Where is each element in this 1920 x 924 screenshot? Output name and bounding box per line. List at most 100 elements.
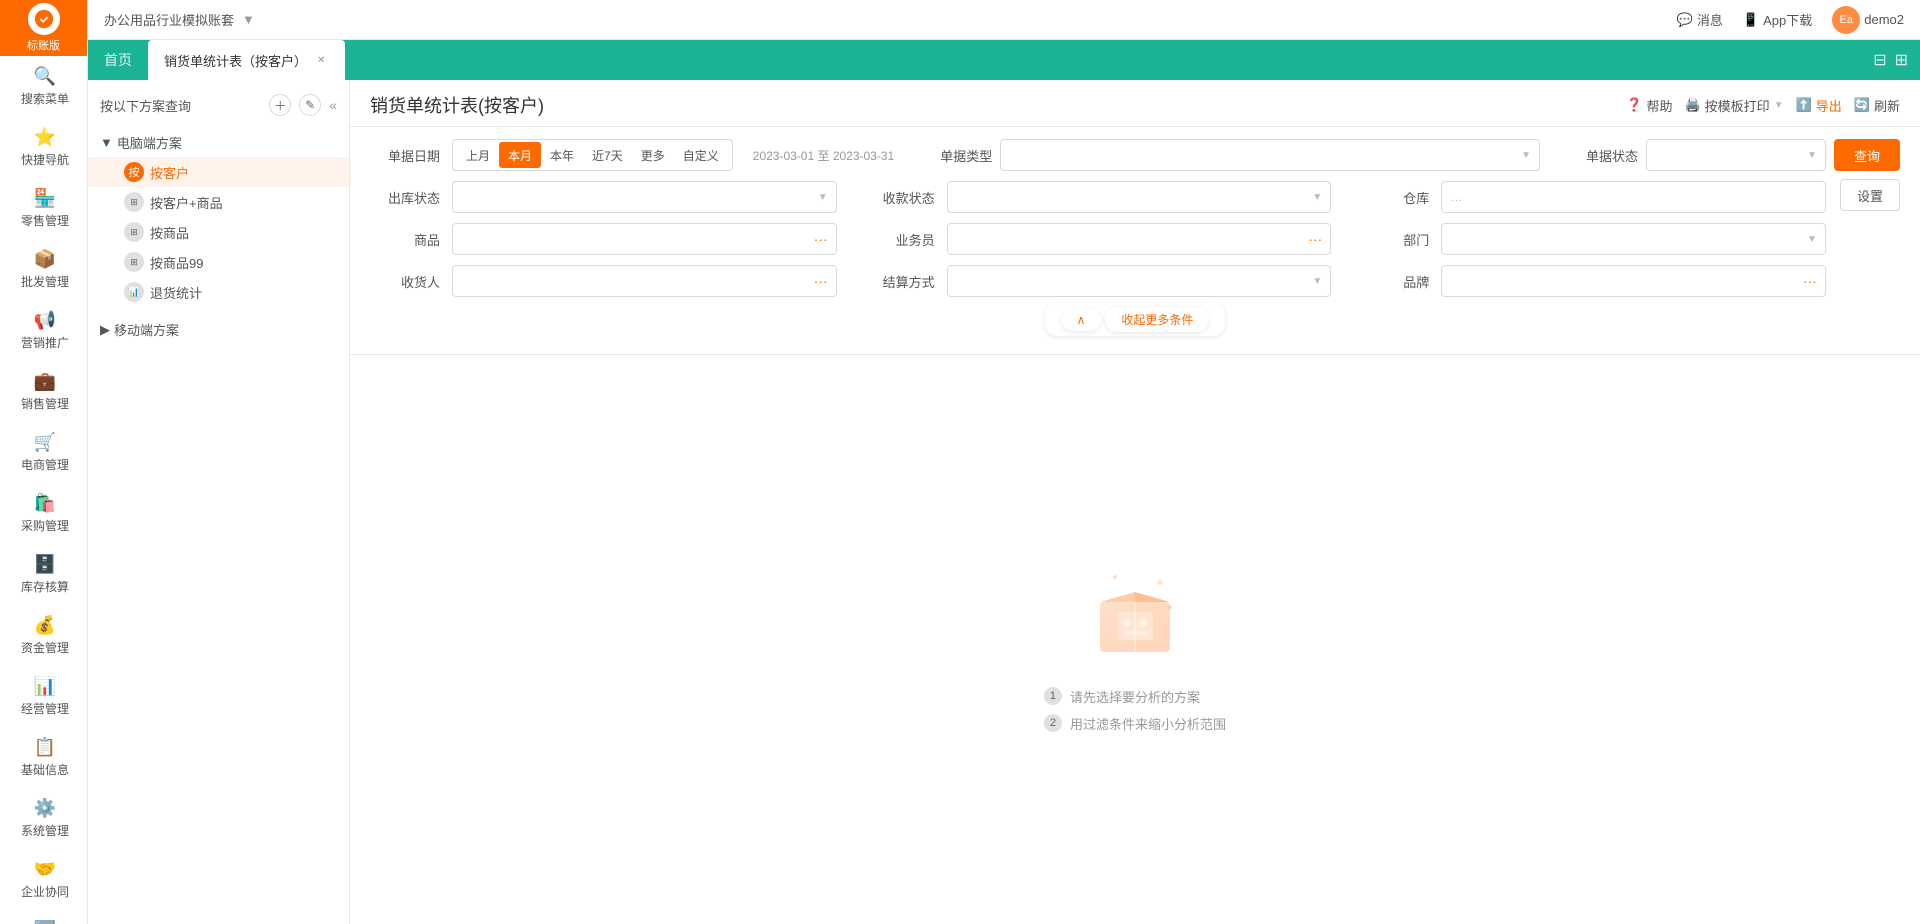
collapse-panel-btn[interactable]: « bbox=[329, 97, 337, 113]
department-label: 部门 bbox=[1359, 230, 1429, 249]
tree-child-goods99[interactable]: ⊞ 按商品99 bbox=[88, 247, 349, 277]
add-scheme-btn[interactable]: ＋ bbox=[269, 94, 291, 116]
goods-select[interactable]: ··· bbox=[452, 223, 837, 255]
settings-button[interactable]: 设置 bbox=[1840, 179, 1900, 211]
tab-expand-icon[interactable]: ⊞ bbox=[1895, 50, 1908, 70]
tree-child-customer-goods[interactable]: ⊞ 按客户+商品 bbox=[88, 187, 349, 217]
date-btn-current-year[interactable]: 本年 bbox=[541, 142, 583, 168]
salesperson-select[interactable]: ··· bbox=[947, 223, 1332, 255]
print-btn[interactable]: 🖨️ 按模板打印 ▼ bbox=[1684, 96, 1783, 115]
edit-scheme-btn[interactable]: ✎ bbox=[299, 94, 321, 116]
topbar-left: 办公用品行业模拟账套 ▼ bbox=[104, 10, 255, 29]
payment-status-select[interactable]: ▼ bbox=[947, 181, 1332, 213]
tree-child-return-stats[interactable]: 📊 退货统计 bbox=[88, 277, 349, 307]
sidebar-item-marketing[interactable]: 📢 营销推广 bbox=[0, 300, 88, 361]
sidebar-item-basic[interactable]: 📋 基础信息 bbox=[0, 727, 88, 788]
settlement-select[interactable]: ▼ bbox=[947, 265, 1332, 297]
tabbar: 首页 销货单统计表（按客户） ✕ ⊟ ⊞ bbox=[88, 40, 1920, 80]
sidebar-item-newuser[interactable]: 🆕 新手引导 bbox=[0, 910, 88, 924]
sidebar-item-enterprise-label: 企业协同 bbox=[21, 883, 69, 900]
order-type-label: 单据类型 bbox=[922, 146, 992, 165]
sidebar-item-system-label: 系统管理 bbox=[21, 822, 69, 839]
out-status-select[interactable]: ▼ bbox=[452, 181, 837, 213]
tree-child-by-customer[interactable]: 按 按客户 bbox=[88, 157, 349, 187]
tab-minimize-icon[interactable]: ⊟ bbox=[1873, 50, 1886, 70]
date-btn-7days[interactable]: 近7天 bbox=[583, 142, 632, 168]
inventory-icon: 🗄️ bbox=[34, 554, 56, 575]
logo-text: 标账版 bbox=[27, 37, 60, 53]
order-status-select[interactable]: ▼ bbox=[1646, 139, 1826, 171]
help-btn[interactable]: ❓ 帮助 bbox=[1626, 96, 1672, 115]
system-icon: ⚙️ bbox=[34, 798, 56, 819]
left-panel-header: 按以下方案查询 ＋ ✎ « bbox=[88, 90, 349, 124]
query-button[interactable]: 查询 bbox=[1834, 139, 1900, 171]
content-area: 按以下方案查询 ＋ ✎ « ▼ 电脑端方案 按 按客户 ⊞ 按客 bbox=[88, 80, 1920, 924]
date-btn-more[interactable]: 更多 bbox=[632, 142, 674, 168]
goods-label: 商品 bbox=[370, 230, 440, 249]
user-profile[interactable]: Ea demo2 bbox=[1832, 6, 1904, 34]
topbar-right: 💬 消息 📱 App下载 Ea demo2 bbox=[1677, 6, 1904, 34]
sidebar-item-enterprise[interactable]: 🤝 企业协同 bbox=[0, 849, 88, 910]
sidebar-item-basic-label: 基础信息 bbox=[21, 761, 69, 778]
salesperson-dots: ··· bbox=[1308, 231, 1322, 247]
order-type-select[interactable]: ▼ bbox=[1000, 139, 1540, 171]
sidebar-item-sales-label: 销售管理 bbox=[21, 395, 69, 412]
tree-child-by-goods[interactable]: ⊞ 按商品 bbox=[88, 217, 349, 247]
sidebar-item-shortcuts[interactable]: ⭐ 快捷导航 bbox=[0, 117, 88, 178]
tab-home[interactable]: 首页 bbox=[88, 40, 148, 80]
sidebar-item-search[interactable]: 🔍 搜索菜单 bbox=[0, 56, 88, 117]
refresh-btn[interactable]: 🔄 刷新 bbox=[1854, 96, 1900, 115]
sidebar-item-operations-label: 经营管理 bbox=[21, 700, 69, 717]
filter-row-3: 商品 ··· 业务员 ··· 部门 bbox=[370, 223, 1826, 255]
date-btn-current-month[interactable]: 本月 bbox=[499, 142, 541, 168]
sidebar-item-search-label: 搜索菜单 bbox=[21, 90, 69, 107]
consignee-select[interactable]: ··· bbox=[452, 265, 837, 297]
app-download-btn[interactable]: 📱 App下载 bbox=[1743, 10, 1812, 29]
sales-icon: 💼 bbox=[34, 371, 56, 392]
date-btn-last-month[interactable]: 上月 bbox=[457, 142, 499, 168]
tree-child-customer-label: 按客户 bbox=[150, 163, 189, 182]
finance-icon: 💰 bbox=[34, 615, 56, 636]
wholesale-icon: 📦 bbox=[34, 249, 56, 270]
search-icon: 🔍 bbox=[34, 66, 56, 87]
filter-right-col: 查询 设置 bbox=[1826, 139, 1900, 211]
sidebar-item-purchase[interactable]: 🛍️ 采购管理 bbox=[0, 483, 88, 544]
topbar-dropdown-icon[interactable]: ▼ bbox=[242, 12, 255, 27]
tree-parent-mobile[interactable]: ▶ 移动端方案 bbox=[88, 315, 349, 344]
sidebar-item-ecommerce[interactable]: 🛒 电商管理 bbox=[0, 422, 88, 483]
tree-child-return-label: 退货统计 bbox=[150, 283, 202, 302]
empty-hint-2: 2 用过滤条件来缩小分析范围 bbox=[1044, 714, 1226, 733]
sidebar-item-sales[interactable]: 💼 销售管理 bbox=[0, 361, 88, 422]
brand-select[interactable]: ··· bbox=[1441, 265, 1826, 297]
tree-parent-mobile-label: 移动端方案 bbox=[114, 320, 179, 339]
refresh-icon: 🔄 bbox=[1854, 97, 1870, 113]
tab-home-label: 首页 bbox=[104, 50, 132, 70]
left-panel-title: 按以下方案查询 bbox=[100, 96, 191, 115]
messages-label: 消息 bbox=[1697, 10, 1723, 29]
collapse-filters-btn[interactable]: ∧ 收起更多条件 bbox=[1045, 303, 1226, 336]
date-btn-custom[interactable]: 自定义 bbox=[674, 142, 728, 168]
tree-arrow-mobile: ▶ bbox=[100, 322, 110, 338]
tree-parent-desktop[interactable]: ▼ 电脑端方案 bbox=[88, 128, 349, 157]
sidebar-item-wholesale[interactable]: 📦 批发管理 bbox=[0, 239, 88, 300]
warehouse-select[interactable]: … bbox=[1441, 181, 1826, 213]
sidebar-item-inventory-label: 库存核算 bbox=[21, 578, 69, 595]
tab-sales-stats[interactable]: 销货单统计表（按客户） ✕ bbox=[148, 40, 345, 80]
print-arrow-icon: ▼ bbox=[1774, 100, 1784, 111]
tab-close-icon[interactable]: ✕ bbox=[313, 52, 329, 68]
warehouse-label: 仓库 bbox=[1359, 188, 1429, 207]
empty-hint-2-text: 用过滤条件来缩小分析范围 bbox=[1070, 714, 1226, 733]
sidebar-item-finance[interactable]: 💰 资金管理 bbox=[0, 605, 88, 666]
sidebar-item-operations[interactable]: 📊 经营管理 bbox=[0, 666, 88, 727]
export-btn[interactable]: ⬆️ 导出 bbox=[1796, 96, 1842, 115]
basic-icon: 📋 bbox=[34, 737, 56, 758]
marketing-icon: 📢 bbox=[34, 310, 56, 331]
empty-hints: 1 请先选择要分析的方案 2 用过滤条件来缩小分析范围 bbox=[1044, 687, 1226, 733]
sidebar-item-inventory[interactable]: 🗄️ 库存核算 bbox=[0, 544, 88, 605]
messages-btn[interactable]: 💬 消息 bbox=[1677, 10, 1723, 29]
sidebar-item-retail[interactable]: 🏪 零售管理 bbox=[0, 178, 88, 239]
department-select[interactable]: ▼ bbox=[1441, 223, 1826, 255]
sidebar-item-system[interactable]: ⚙️ 系统管理 bbox=[0, 788, 88, 849]
sidebar-item-retail-label: 零售管理 bbox=[21, 212, 69, 229]
filter-row-4: 收货人 ··· 结算方式 ▼ 品牌 bbox=[370, 265, 1826, 297]
